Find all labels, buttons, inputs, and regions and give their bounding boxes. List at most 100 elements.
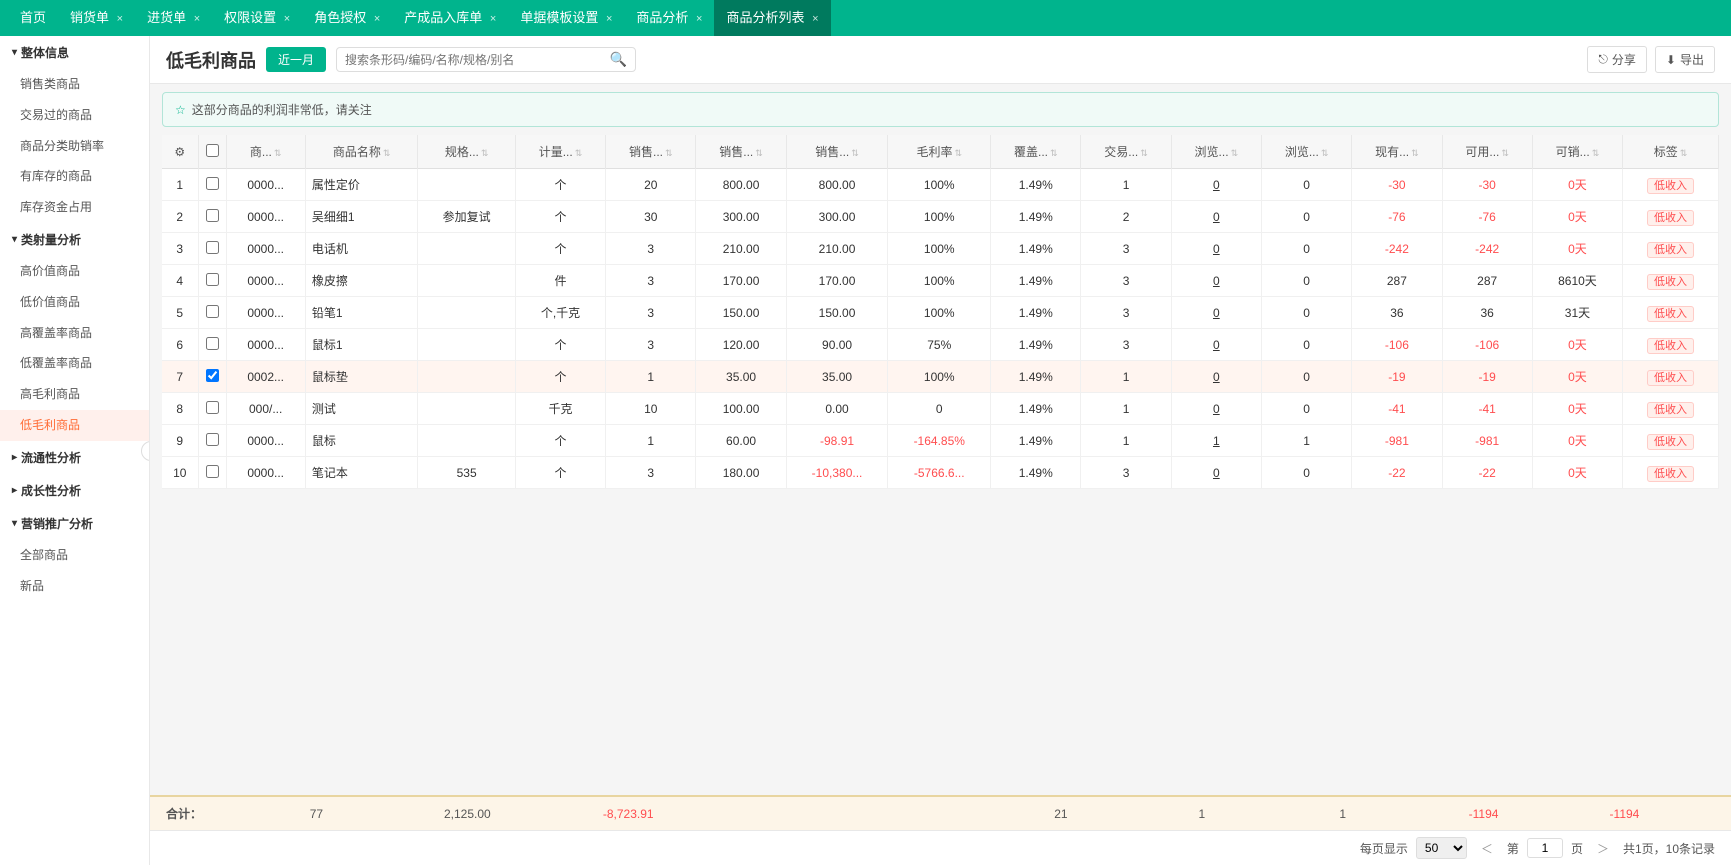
sidebar-item-low-value[interactable]: 低价值商品: [0, 287, 149, 318]
sidebar-item-high-value[interactable]: 高价值商品: [0, 256, 149, 287]
close-icon[interactable]: ×: [117, 13, 123, 25]
close-icon[interactable]: ×: [812, 13, 818, 25]
search-icon[interactable]: 🔍: [610, 51, 627, 68]
row-view1[interactable]: 0: [1171, 201, 1261, 233]
table-row: 9 0000... 鼠标 个 1 60.00 -98.91 -164.85% 1…: [162, 425, 1719, 457]
row-view2: 1: [1261, 425, 1351, 457]
close-icon[interactable]: ×: [194, 13, 200, 25]
th-view1[interactable]: 浏览...⇅: [1171, 135, 1261, 169]
row-trade-count: 3: [1081, 329, 1171, 361]
close-icon[interactable]: ×: [374, 13, 380, 25]
row-view1[interactable]: 0: [1171, 361, 1261, 393]
th-coverage[interactable]: 覆盖...⇅: [991, 135, 1081, 169]
th-checkbox[interactable]: [198, 135, 226, 169]
nav-purchase[interactable]: 进货单 ×: [135, 0, 212, 36]
close-icon[interactable]: ×: [606, 13, 612, 25]
row-checkbox[interactable]: [198, 329, 226, 361]
row-view1[interactable]: 0: [1171, 233, 1261, 265]
row-checkbox[interactable]: [198, 425, 226, 457]
row-checkbox-input[interactable]: [206, 465, 219, 478]
row-view1[interactable]: 0: [1171, 297, 1261, 329]
sidebar-item-high-coverage[interactable]: 高覆盖率商品: [0, 318, 149, 349]
row-checkbox-input[interactable]: [206, 369, 219, 382]
th-sales-qty[interactable]: 销售...⇅: [606, 135, 696, 169]
sidebar-group-marketing[interactable]: ▾ 营销推广分析: [0, 507, 149, 540]
sidebar-item-stock-goods[interactable]: 有库存的商品: [0, 161, 149, 192]
sidebar-group-growth[interactable]: ▸ 成长性分析: [0, 474, 149, 507]
share-button[interactable]: ⎋ 分享: [1587, 46, 1647, 73]
nav-home[interactable]: 首页: [8, 0, 58, 36]
th-sales-profit[interactable]: 销售...⇅: [786, 135, 888, 169]
sidebar-group-overall[interactable]: ▾ 整体信息: [0, 36, 149, 69]
row-checkbox-input[interactable]: [206, 177, 219, 190]
row-checkbox-input[interactable]: [206, 305, 219, 318]
nav-sales[interactable]: 销货单 ×: [58, 0, 135, 36]
sidebar-item-low-coverage[interactable]: 低覆盖率商品: [0, 348, 149, 379]
prev-page-btn[interactable]: ＜: [1475, 838, 1499, 859]
row-checkbox[interactable]: [198, 201, 226, 233]
sidebar-item-high-margin[interactable]: 高毛利商品: [0, 379, 149, 410]
row-coverage: 1.49%: [991, 457, 1081, 489]
row-view2: 0: [1261, 393, 1351, 425]
sidebar-item-traded-goods[interactable]: 交易过的商品: [0, 100, 149, 131]
sidebar-item-category-rate[interactable]: 商品分类助销率: [0, 131, 149, 162]
row-checkbox-input[interactable]: [206, 337, 219, 350]
nav-goods-analysis[interactable]: 商品分析 ×: [624, 0, 714, 36]
th-stock-available[interactable]: 可用...⇅: [1442, 135, 1532, 169]
th-trade-count[interactable]: 交易...⇅: [1081, 135, 1171, 169]
filter-recent-month-button[interactable]: 近一月: [266, 47, 326, 72]
settings-icon[interactable]: ⚙: [174, 145, 185, 159]
row-checkbox-input[interactable]: [206, 401, 219, 414]
th-tag[interactable]: 标签⇅: [1623, 135, 1719, 169]
row-view1[interactable]: 1: [1171, 425, 1261, 457]
nav-goods-analysis-list[interactable]: 商品分析列表 ×: [714, 0, 830, 36]
th-unit[interactable]: 计量...⇅: [515, 135, 605, 169]
close-icon[interactable]: ×: [696, 13, 702, 25]
row-view1[interactable]: 0: [1171, 457, 1261, 489]
row-checkbox[interactable]: [198, 169, 226, 201]
sidebar-group-flow[interactable]: ▸ 流通性分析: [0, 441, 149, 474]
row-view1[interactable]: 0: [1171, 169, 1261, 201]
sidebar-item-all-goods[interactable]: 全部商品: [0, 540, 149, 571]
row-checkbox[interactable]: [198, 265, 226, 297]
th-spec[interactable]: 规格...⇅: [418, 135, 515, 169]
th-gross-margin[interactable]: 毛利率⇅: [888, 135, 991, 169]
row-checkbox[interactable]: [198, 361, 226, 393]
row-checkbox[interactable]: [198, 393, 226, 425]
th-sales-amt[interactable]: 销售...⇅: [696, 135, 786, 169]
th-stock-current[interactable]: 现有...⇅: [1352, 135, 1442, 169]
nav-role[interactable]: 角色授权 ×: [302, 0, 392, 36]
row-checkbox-input[interactable]: [206, 241, 219, 254]
row-checkbox-input[interactable]: [206, 273, 219, 286]
row-view1[interactable]: 0: [1171, 329, 1261, 361]
th-code[interactable]: 商...⇅: [226, 135, 305, 169]
close-icon[interactable]: ×: [284, 13, 290, 25]
next-page-btn[interactable]: ＞: [1591, 838, 1615, 859]
nav-product-entry[interactable]: 产成品入库单 ×: [392, 0, 508, 36]
export-button[interactable]: ⬇ 导出: [1655, 46, 1715, 73]
sidebar-item-sales-goods[interactable]: 销售类商品: [0, 69, 149, 100]
row-checkbox[interactable]: [198, 233, 226, 265]
row-stock-current: -242: [1352, 233, 1442, 265]
th-view2[interactable]: 浏览...⇅: [1261, 135, 1351, 169]
th-saleable-days[interactable]: 可销...⇅: [1532, 135, 1622, 169]
row-checkbox-input[interactable]: [206, 433, 219, 446]
close-icon[interactable]: ×: [490, 13, 496, 25]
th-name[interactable]: 商品名称⇅: [305, 135, 418, 169]
select-all-checkbox[interactable]: [206, 144, 219, 157]
row-checkbox-input[interactable]: [206, 209, 219, 222]
row-checkbox[interactable]: [198, 297, 226, 329]
th-settings[interactable]: ⚙: [162, 135, 198, 169]
per-page-select[interactable]: 50 20 100: [1416, 837, 1467, 859]
row-view1[interactable]: 0: [1171, 265, 1261, 297]
nav-permission[interactable]: 权限设置 ×: [212, 0, 302, 36]
search-input[interactable]: [345, 53, 610, 67]
sidebar-group-category[interactable]: ▾ 类射量分析: [0, 223, 149, 256]
nav-template[interactable]: 单据模板设置 ×: [508, 0, 624, 36]
page-number-input[interactable]: [1527, 838, 1563, 858]
sidebar-item-low-margin[interactable]: 低毛利商品: [0, 410, 149, 441]
row-view1[interactable]: 0: [1171, 393, 1261, 425]
sidebar-item-new-goods[interactable]: 新品: [0, 571, 149, 602]
sidebar-item-stock-fund[interactable]: 库存资金占用: [0, 192, 149, 223]
row-checkbox[interactable]: [198, 457, 226, 489]
